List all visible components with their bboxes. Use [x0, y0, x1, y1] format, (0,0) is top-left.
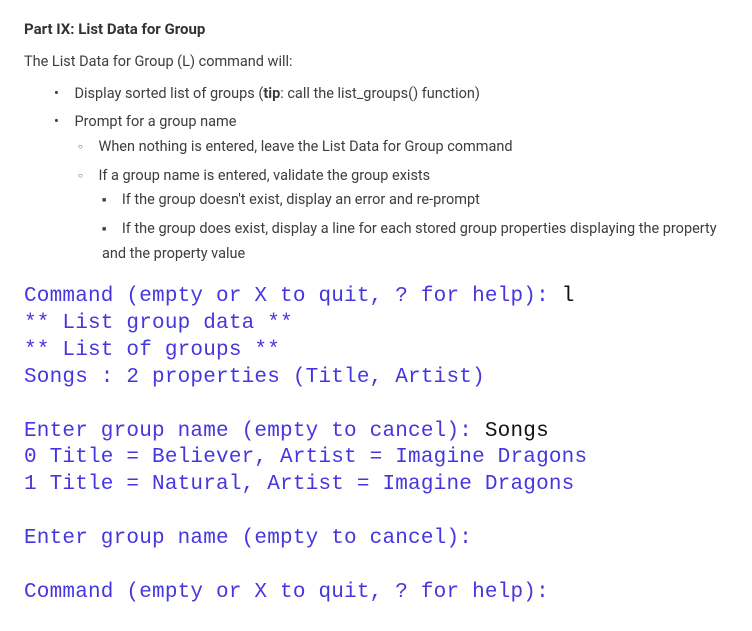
code-line: Command (empty or X to quit, ? for help)…: [24, 285, 575, 308]
blank-line: [24, 392, 728, 419]
code-line: 0 Title = Believer, Artist = Imagine Dra…: [24, 446, 587, 469]
text-fragment: : call the list_groups() function): [280, 85, 480, 102]
code-line: ** List group data **: [24, 312, 293, 335]
prompt-text: Command (empty or X to quit, ? for help)…: [24, 285, 562, 308]
list-item: Display sorted list of groups (tip: call…: [54, 82, 728, 107]
list-item: If the group does exist, display a line …: [102, 217, 728, 266]
bullet-sublist: When nothing is entered, leave the List …: [78, 135, 728, 266]
tip-bold: tip: [263, 85, 280, 102]
user-input: l: [562, 285, 575, 308]
bullet-text: Display sorted list of groups (tip: call…: [75, 85, 480, 102]
bullet-text: If the group doesn't exist, display an e…: [122, 191, 480, 208]
list-item: If a group name is entered, validate the…: [78, 164, 728, 267]
bullet-text: If a group name is entered, validate the…: [98, 167, 430, 184]
user-input: Songs: [485, 420, 549, 443]
code-line: ** List of groups **: [24, 339, 280, 362]
list-item: Prompt for a group name When nothing is …: [54, 110, 728, 266]
code-line: Enter group name (empty to cancel): Song…: [24, 420, 549, 443]
intro-text: The List Data for Group (L) command will…: [24, 51, 728, 73]
prompt-text: Enter group name (empty to cancel):: [24, 420, 485, 443]
bullet-sub-sublist: If the group doesn't exist, display an e…: [102, 188, 728, 266]
code-line: Songs : 2 properties (Title, Artist): [24, 366, 485, 389]
bullet-text: If the group does exist, display a line …: [102, 220, 717, 262]
bullet-text: When nothing is entered, leave the List …: [98, 138, 512, 155]
blank-line: [24, 499, 728, 526]
code-line: Enter group name (empty to cancel):: [24, 527, 472, 550]
blank-line: [24, 553, 728, 580]
list-item: If the group doesn't exist, display an e…: [102, 188, 728, 213]
text-fragment: Display sorted list of groups (: [75, 85, 264, 102]
code-line: Command (empty or X to quit, ? for help)…: [24, 581, 549, 604]
code-line: 1 Title = Natural, Artist = Imagine Drag…: [24, 473, 575, 496]
section-heading: Part IX: List Data for Group: [24, 18, 728, 41]
bullet-text: Prompt for a group name: [75, 113, 237, 130]
bullet-list: Display sorted list of groups (tip: call…: [54, 82, 728, 266]
list-item: When nothing is entered, leave the List …: [78, 135, 728, 160]
terminal-output: Command (empty or X to quit, ? for help)…: [24, 284, 728, 607]
